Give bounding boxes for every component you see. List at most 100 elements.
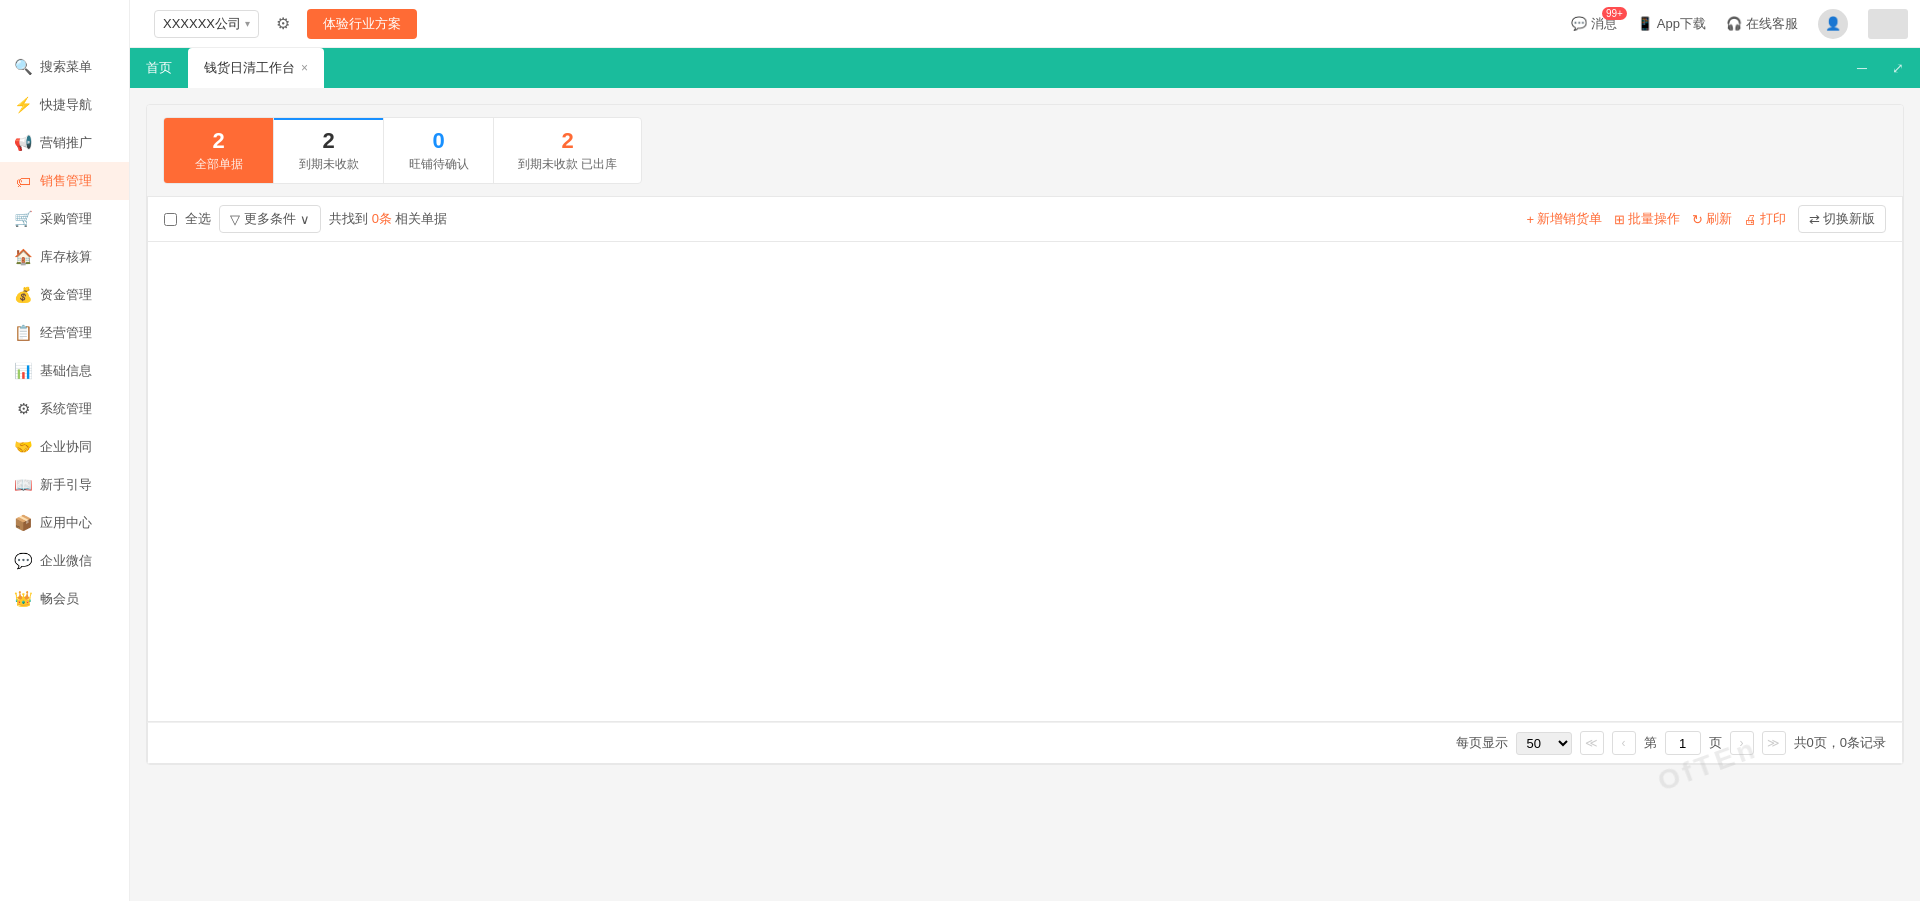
sidebar-label-inventory: 库存核算 bbox=[40, 248, 92, 266]
table-container bbox=[147, 242, 1903, 722]
page-number-input[interactable] bbox=[1665, 731, 1701, 755]
marketing-icon: 📢 bbox=[14, 134, 32, 152]
cooperation-icon: 🤝 bbox=[14, 438, 32, 456]
system-icon: ⚙ bbox=[14, 400, 32, 418]
stats-num-shipped: 2 bbox=[518, 128, 617, 154]
tab-maximize-button[interactable]: ⤢ bbox=[1884, 54, 1912, 82]
stats-tab-overdue[interactable]: 2 到期未收款 bbox=[274, 118, 384, 183]
tab-home[interactable]: 首页 bbox=[130, 48, 188, 88]
sidebar-label-system: 系统管理 bbox=[40, 400, 92, 418]
filter-chevron-icon: ∨ bbox=[300, 212, 310, 227]
message-icon: 💬 bbox=[1571, 16, 1587, 31]
sidebar-label-finance: 资金管理 bbox=[40, 286, 92, 304]
stats-tabs-container: 2 全部单据 2 到期未收款 0 旺铺待确认 2 到期未收款 已出库 bbox=[147, 105, 1903, 197]
next-page-button[interactable]: › bbox=[1730, 731, 1754, 755]
batch-icon: ⊞ bbox=[1614, 212, 1625, 227]
sidebar-item-app-center[interactable]: 📦 应用中心 bbox=[0, 504, 129, 542]
sidebar-item-sales[interactable]: 🏷 销售管理 bbox=[0, 162, 129, 200]
page-size-select[interactable]: 50 100 200 bbox=[1516, 732, 1572, 755]
sidebar-label-cooperation: 企业协同 bbox=[40, 438, 92, 456]
tab-bar: 首页 钱货日清工作台 × ─ ⤢ bbox=[130, 48, 1920, 88]
sidebar-label-wechat: 企业微信 bbox=[40, 552, 92, 570]
sidebar-item-wechat[interactable]: 💬 企业微信 bbox=[0, 542, 129, 580]
toolbar-right: + 新增销货单 ⊞ 批量操作 ↻ 刷新 🖨 打印 ⇄ 切换新版 bbox=[1526, 205, 1886, 233]
app-download-label: App下载 bbox=[1657, 15, 1706, 33]
sidebar-item-guide[interactable]: 📖 新手引导 bbox=[0, 466, 129, 504]
refresh-button[interactable]: ↻ 刷新 bbox=[1692, 210, 1732, 228]
sidebar-item-purchase[interactable]: 🛒 采购管理 bbox=[0, 200, 129, 238]
sidebar-item-operations[interactable]: 📋 经营管理 bbox=[0, 314, 129, 352]
sidebar-label-operations: 经营管理 bbox=[40, 324, 92, 342]
chevron-down-icon: ▾ bbox=[245, 18, 250, 29]
company-selector[interactable]: XXXXXX公司 ▾ bbox=[154, 10, 259, 38]
user-extra bbox=[1868, 9, 1908, 39]
batch-operation-button[interactable]: ⊞ 批量操作 bbox=[1614, 210, 1680, 228]
sales-icon: 🏷 bbox=[14, 173, 32, 190]
user-icon: 👤 bbox=[1825, 16, 1841, 31]
sidebar-item-finance[interactable]: 💰 资金管理 bbox=[0, 276, 129, 314]
sidebar-item-system[interactable]: ⚙ 系统管理 bbox=[0, 390, 129, 428]
message-badge: 99+ bbox=[1602, 7, 1627, 20]
sidebar-item-inventory[interactable]: 🏠 库存核算 bbox=[0, 238, 129, 276]
sidebar-item-marketing[interactable]: 📢 营销推广 bbox=[0, 124, 129, 162]
phone-icon: 📱 bbox=[1637, 16, 1653, 31]
stats-label-pending: 旺铺待确认 bbox=[408, 156, 469, 173]
page-suffix: 页 bbox=[1709, 734, 1722, 752]
pagination-bar: 每页显示 50 100 200 ≪ ‹ 第 页 › ≫ 共0页，0条记录 bbox=[147, 722, 1903, 764]
app-download-button[interactable]: 📱 App下载 bbox=[1637, 15, 1706, 33]
switch-icon: ⇄ bbox=[1809, 212, 1820, 227]
select-all-checkbox[interactable] bbox=[164, 213, 177, 226]
print-label: 打印 bbox=[1760, 210, 1786, 228]
message-button[interactable]: 💬 消息 99+ bbox=[1571, 15, 1617, 33]
print-button[interactable]: 🖨 打印 bbox=[1744, 210, 1786, 228]
found-prefix: 共找到 bbox=[329, 211, 368, 226]
tab-active-label: 钱货日清工作台 bbox=[204, 59, 295, 77]
sidebar-item-cooperation[interactable]: 🤝 企业协同 bbox=[0, 428, 129, 466]
sidebar-item-basic-info[interactable]: 📊 基础信息 bbox=[0, 352, 129, 390]
add-label: 新增销货单 bbox=[1537, 210, 1602, 228]
sidebar-label-member: 畅会员 bbox=[40, 590, 79, 608]
tab-home-label: 首页 bbox=[146, 59, 172, 77]
stats-label-all: 全部单据 bbox=[188, 156, 249, 173]
switch-version-button[interactable]: ⇄ 切换新版 bbox=[1798, 205, 1886, 233]
online-service-button[interactable]: 🎧 在线客服 bbox=[1726, 15, 1798, 33]
main-content: 2 全部单据 2 到期未收款 0 旺铺待确认 2 到期未收款 已出库 bbox=[130, 88, 1920, 901]
last-page-button[interactable]: ≫ bbox=[1762, 731, 1786, 755]
experience-button[interactable]: 体验行业方案 bbox=[307, 9, 417, 39]
search-icon: 🔍 bbox=[14, 58, 32, 76]
company-name: XXXXXX公司 bbox=[163, 15, 241, 33]
refresh-label: 刷新 bbox=[1706, 210, 1732, 228]
found-suffix: 相关单据 bbox=[395, 211, 447, 226]
stats-tab-all[interactable]: 2 全部单据 bbox=[164, 118, 274, 183]
settings-button[interactable]: ⚙ bbox=[267, 8, 299, 40]
stats-tab-shipped[interactable]: 2 到期未收款 已出库 bbox=[494, 118, 641, 183]
tab-minimize-button[interactable]: ─ bbox=[1848, 54, 1876, 82]
refresh-icon: ↻ bbox=[1692, 212, 1703, 227]
total-records-label: 共0页，0条记录 bbox=[1794, 734, 1886, 752]
sidebar-label-basic-info: 基础信息 bbox=[40, 362, 92, 380]
stats-tab-pending[interactable]: 0 旺铺待确认 bbox=[384, 118, 494, 183]
tab-active[interactable]: 钱货日清工作台 × bbox=[188, 48, 324, 88]
filter-label: 更多条件 bbox=[244, 210, 296, 228]
stats-num-pending: 0 bbox=[408, 128, 469, 154]
avatar[interactable]: 👤 bbox=[1818, 9, 1848, 39]
sidebar-label-guide: 新手引导 bbox=[40, 476, 92, 494]
sidebar-item-quick-nav[interactable]: ⚡ 快捷导航 bbox=[0, 86, 129, 124]
tab-bar-actions: ─ ⤢ bbox=[1848, 54, 1920, 82]
sidebar-item-search[interactable]: 🔍 搜索菜单 bbox=[0, 48, 129, 86]
first-page-button[interactable]: ≪ bbox=[1580, 731, 1604, 755]
select-all-label: 全选 bbox=[185, 210, 211, 228]
member-icon: 👑 bbox=[14, 590, 32, 608]
filter-button[interactable]: ▽ 更多条件 ∨ bbox=[219, 205, 321, 233]
stats-tabs: 2 全部单据 2 到期未收款 0 旺铺待确认 2 到期未收款 已出库 bbox=[163, 117, 642, 184]
stats-label-shipped: 到期未收款 已出库 bbox=[518, 156, 617, 173]
sidebar-label-quick-nav: 快捷导航 bbox=[40, 96, 92, 114]
sidebar-item-member[interactable]: 👑 畅会员 bbox=[0, 580, 129, 618]
inventory-icon: 🏠 bbox=[14, 248, 32, 266]
add-sale-order-button[interactable]: + 新增销货单 bbox=[1526, 210, 1602, 228]
tab-close-icon[interactable]: × bbox=[301, 61, 308, 75]
online-service-label: 在线客服 bbox=[1746, 15, 1798, 33]
filter-icon: ▽ bbox=[230, 212, 240, 227]
prev-page-button[interactable]: ‹ bbox=[1612, 731, 1636, 755]
content-wrapper: 2 全部单据 2 到期未收款 0 旺铺待确认 2 到期未收款 已出库 bbox=[146, 104, 1904, 765]
